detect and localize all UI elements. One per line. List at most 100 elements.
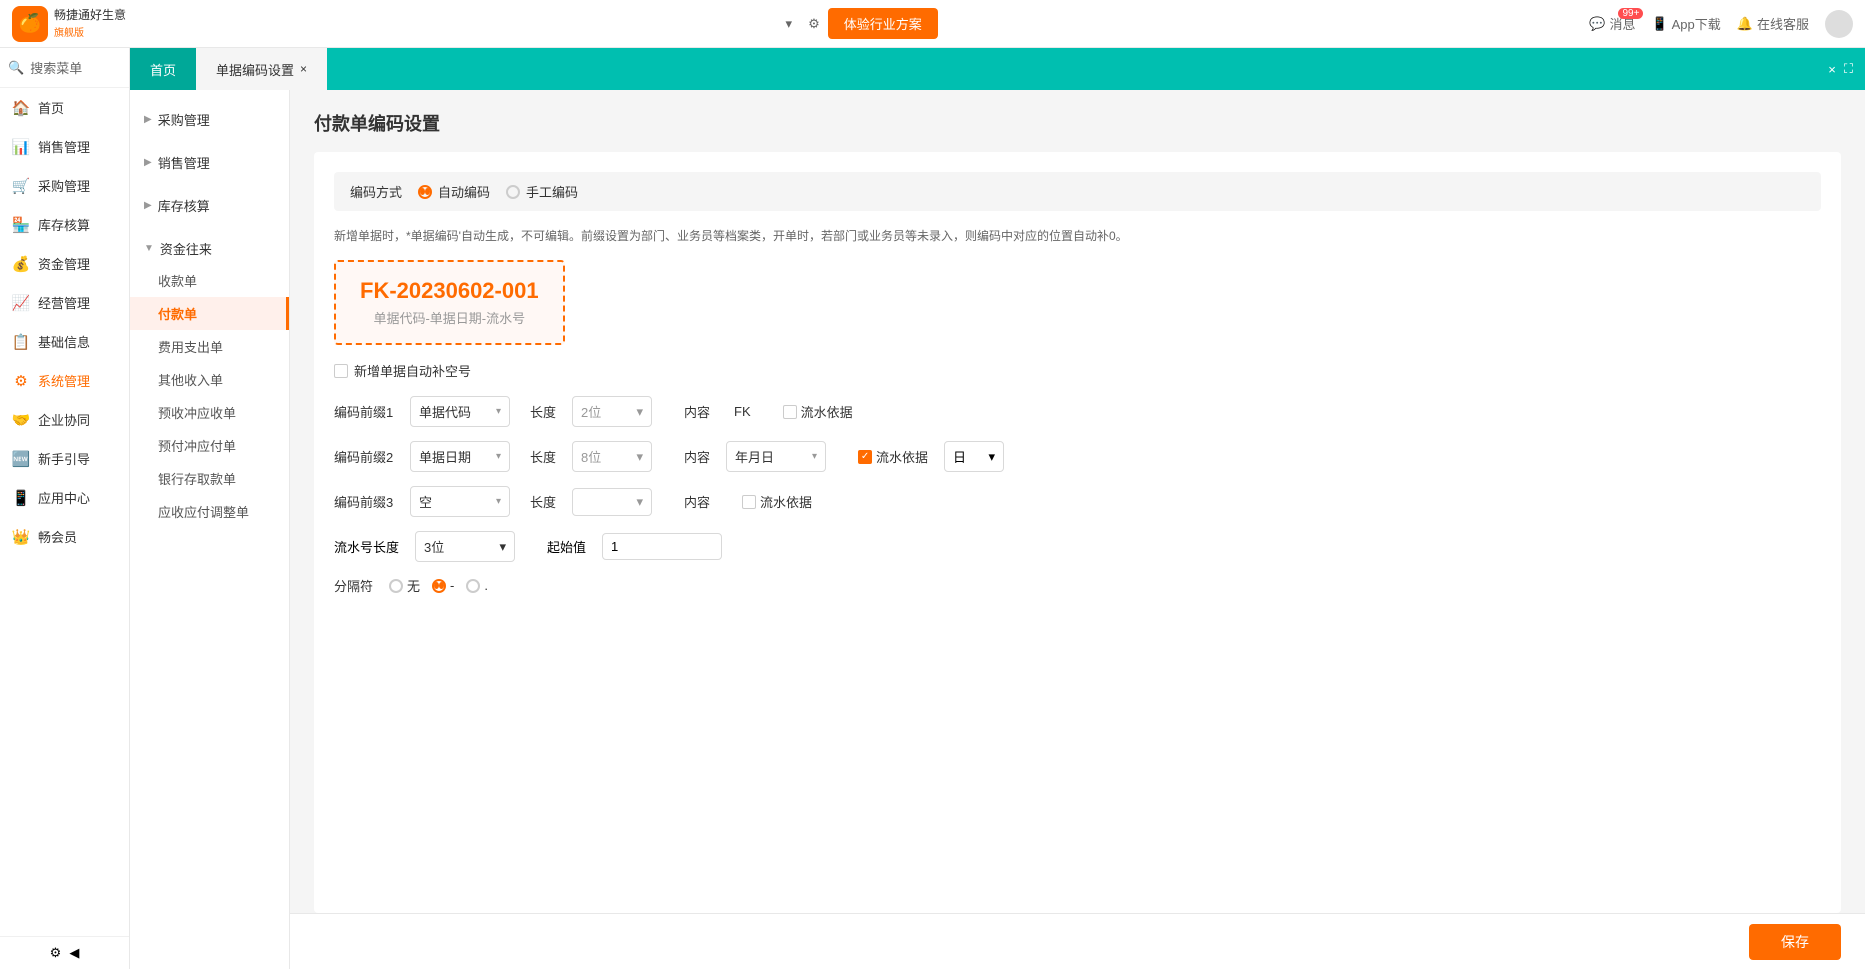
sub-menu-header-capital[interactable]: ▼ 资金往来 <box>130 233 289 264</box>
sub-menu-label-sales: 销售管理 <box>158 153 210 172</box>
sep-dot-radio[interactable]: . <box>466 578 488 593</box>
prefix1-select[interactable]: 单据代码 ▾ <box>410 396 510 427</box>
sub-menu-label-stock: 库存核算 <box>158 196 210 215</box>
prefix1-stream-checkbox[interactable]: 流水依据 <box>783 402 853 421</box>
sub-menu-item-expense[interactable]: 费用支出单 <box>130 330 289 363</box>
message-btn[interactable]: 💬 消息 99+ <box>1589 14 1635 33</box>
sub-menu-label-purchase: 采购管理 <box>158 110 210 129</box>
tab-close-icon[interactable]: × <box>300 62 307 76</box>
online-service-btn[interactable]: 🔔 在线客服 <box>1737 14 1809 33</box>
separator-label: 分隔符 <box>334 576 373 595</box>
prefix1-length-value: 2位 <box>581 402 601 421</box>
serial-start-input[interactable] <box>602 533 722 560</box>
section-card: 编码方式 自动编码 手工编码 <box>314 152 1841 913</box>
prefix3-select[interactable]: 空 ▾ <box>410 486 510 517</box>
dropdown-btn[interactable]: ▾ <box>778 12 801 36</box>
sub-menu-item-advance-receipt[interactable]: 预收冲应收单 <box>130 396 289 429</box>
sub-menu-item-payment[interactable]: 付款单 <box>130 297 289 330</box>
sub-menu-item-advance-payment[interactable]: 预付冲应付单 <box>130 429 289 462</box>
message-icon: 💬 <box>1589 16 1605 32</box>
sidebar-item-home[interactable]: 🏠 首页 <box>0 88 129 127</box>
system-icon: ⚙ <box>12 372 30 390</box>
sidebar-item-purchase[interactable]: 🛒 采购管理 <box>0 166 129 205</box>
serial-length-select[interactable]: 3位 ▾ <box>415 531 515 562</box>
sidebar-label-inventory: 库存核算 <box>38 215 90 234</box>
prefix1-length-select[interactable]: 2位 ▾ <box>572 396 652 427</box>
tab-expand-icon[interactable]: ⛶ <box>1844 61 1853 77</box>
tab-close-all-icon[interactable]: × <box>1828 62 1836 77</box>
prefix2-length-select[interactable]: 8位 ▾ <box>572 441 652 472</box>
tab-serial-config[interactable]: 单据编码设置 × <box>196 48 327 90</box>
sidebar-collapse-icon[interactable]: ◀ <box>69 945 79 961</box>
sub-menu-header-purchase[interactable]: ▶ 采购管理 <box>130 104 289 135</box>
prefix2-stream-cb: ✓ <box>858 450 872 464</box>
prefix3-stream-checkbox[interactable]: 流水依据 <box>742 492 812 511</box>
vip-icon: 👑 <box>12 528 30 546</box>
finance-icon: 💰 <box>12 255 30 273</box>
inventory-icon: 🏪 <box>12 216 30 234</box>
user-avatar[interactable] <box>1825 10 1853 38</box>
sub-menu-header-sales[interactable]: ▶ 销售管理 <box>130 147 289 178</box>
logo-name: 畅捷通好生意 <box>54 8 126 24</box>
sub-menu-item-receipt[interactable]: 收款单 <box>130 264 289 297</box>
prefix2-content-arrow-icon: ▾ <box>812 451 817 462</box>
prefix2-content-select[interactable]: 年月日 ▾ <box>726 441 826 472</box>
sidebar-item-newguide[interactable]: 🆕 新手引导 <box>0 439 129 478</box>
sidebar-item-vip[interactable]: 👑 畅会员 <box>0 517 129 556</box>
sep-dash-radio[interactable]: - <box>432 578 454 593</box>
trial-button[interactable]: 体验行业方案 <box>828 8 938 39</box>
sub-menu-label-capital: 资金往来 <box>160 239 212 258</box>
auto-fill-checkbox[interactable] <box>334 364 348 378</box>
manual-code-radio[interactable]: 手工编码 <box>506 182 578 201</box>
search-menu-label: 搜索菜单 <box>30 58 82 77</box>
sidebar-label-newguide: 新手引导 <box>38 449 90 468</box>
separator-options: 无 - . <box>389 576 488 595</box>
tab-home[interactable]: 首页 <box>130 48 196 90</box>
app-download-btn[interactable]: 📱 App下载 <box>1651 14 1720 33</box>
sidebar-settings-icon[interactable]: ⚙ <box>50 945 62 961</box>
prefix1-label: 编码前缀1 <box>334 402 394 421</box>
prefix2-select[interactable]: 单据日期 ▾ <box>410 441 510 472</box>
prefix2-stream-checkbox[interactable]: ✓ 流水依据 <box>858 447 928 466</box>
prefix3-length-arrow-icon: ▾ <box>636 494 643 510</box>
prefix3-length-select[interactable]: ▾ <box>572 488 652 516</box>
prefix2-length-arrow-icon: ▾ <box>636 449 643 465</box>
settings-btn[interactable]: ⚙ <box>808 16 820 32</box>
sidebar-item-sales[interactable]: 📊 销售管理 <box>0 127 129 166</box>
sub-menu-item-income[interactable]: 其他收入单 <box>130 363 289 396</box>
sidebar-item-inventory[interactable]: 🏪 库存核算 <box>0 205 129 244</box>
search-menu-btn[interactable]: 🔍 搜索菜单 <box>0 48 129 88</box>
tab-serial-config-label: 单据编码设置 <box>216 60 294 79</box>
basic-icon: 📋 <box>12 333 30 351</box>
sidebar-item-finance[interactable]: 💰 资金管理 <box>0 244 129 283</box>
save-button[interactable]: 保存 <box>1749 924 1841 960</box>
sidebar-item-system[interactable]: ⚙ 系统管理 <box>0 361 129 400</box>
page-content: 付款单编码设置 编码方式 自动编码 手工编码 <box>290 90 1865 969</box>
prefix1-row: 编码前缀1 单据代码 ▾ 长度 2位 ▾ 内容 FK <box>334 396 1821 427</box>
bottom-bar: 保存 <box>290 913 1865 969</box>
prefix2-row: 编码前缀2 单据日期 ▾ 长度 8位 ▾ 内容 年月日 <box>334 441 1821 472</box>
sidebar-item-enterprise[interactable]: 🤝 企业协同 <box>0 400 129 439</box>
sub-menu-item-bank[interactable]: 银行存取款单 <box>130 462 289 495</box>
app-download-label: App下载 <box>1672 14 1721 33</box>
sidebar-label-purchase: 采购管理 <box>38 176 90 195</box>
info-text: 新增单据时，*单据编码'自动生成，不可编辑。前缀设置为部门、业务员等档案类，开单… <box>334 227 1821 244</box>
prefix3-content-label: 内容 <box>684 492 710 511</box>
prefix2-day-select[interactable]: 日 ▾ <box>944 441 1004 472</box>
auto-code-radio[interactable]: 自动编码 <box>418 182 490 201</box>
prefix3-stream-cb <box>742 495 756 509</box>
enterprise-icon: 🤝 <box>12 411 30 429</box>
sub-menu-group-capital: ▼ 资金往来 收款单 付款单 费用支出单 其他收入单 预收冲应收单 预付冲应付单… <box>130 227 289 534</box>
sub-menu-group-stock: ▶ 库存核算 <box>130 184 289 227</box>
top-bar-mid: ▾ ⚙ 体验行业方案 <box>778 8 938 39</box>
sub-sidebar: ▶ 采购管理 ▶ 销售管理 ▶ 库存核算 <box>130 90 290 969</box>
sub-menu-header-stock[interactable]: ▶ 库存核算 <box>130 190 289 221</box>
sub-menu-item-adjust[interactable]: 应收应付调整单 <box>130 495 289 528</box>
sidebar-item-basic[interactable]: 📋 基础信息 <box>0 322 129 361</box>
prefix1-content-value: FK <box>734 404 751 419</box>
sidebar-item-operations[interactable]: 📈 经营管理 <box>0 283 129 322</box>
sidebar-item-apps[interactable]: 📱 应用中心 <box>0 478 129 517</box>
sep-none-radio[interactable]: 无 <box>389 576 420 595</box>
page-title: 付款单编码设置 <box>314 110 1841 136</box>
online-service-label: 在线客服 <box>1757 14 1809 33</box>
